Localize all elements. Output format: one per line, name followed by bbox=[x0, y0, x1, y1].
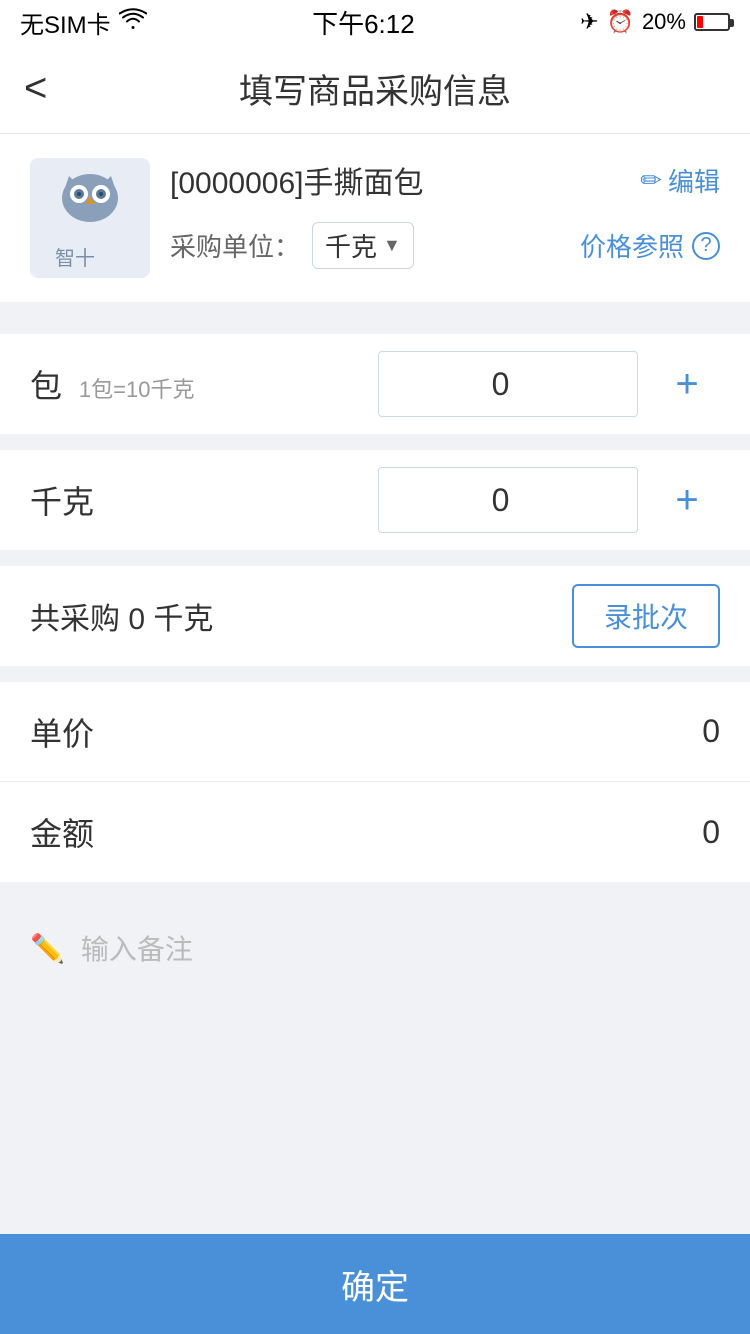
price-section: 单价 0 金额 0 bbox=[0, 682, 750, 882]
purchase-unit-row: 采购单位： 千克 ▼ 价格参照 ? bbox=[170, 222, 720, 269]
chevron-down-icon: ▼ bbox=[383, 235, 401, 256]
status-bar: 无SIM卡 下午6:12 ✈ ⏰ 20% bbox=[0, 0, 750, 44]
unit-price-label: 单价 bbox=[30, 709, 94, 755]
kg-form-section: 千克 + bbox=[0, 450, 750, 550]
amount-value: 0 bbox=[702, 814, 720, 851]
battery-icon bbox=[694, 13, 730, 31]
divider-1 bbox=[0, 318, 750, 334]
divider-3 bbox=[0, 550, 750, 566]
unit-select[interactable]: 千克 ▼ bbox=[312, 222, 414, 269]
location-icon: ✈ bbox=[580, 9, 598, 35]
unit-price-value: 0 bbox=[702, 713, 720, 750]
bag-input-wrapper: + bbox=[194, 351, 720, 417]
product-logo-text: 智十 bbox=[55, 242, 125, 271]
bag-label: 包 1包=10千克 bbox=[30, 361, 194, 407]
summary-row: 共采购 0 千克 录批次 bbox=[0, 566, 750, 666]
unit-price-row: 单价 0 bbox=[0, 682, 750, 782]
confirm-button[interactable]: 确定 bbox=[0, 1234, 750, 1334]
notes-section[interactable]: ✏️ 输入备注 bbox=[0, 898, 750, 998]
kg-input-wrapper: + bbox=[110, 467, 720, 533]
carrier-text: 无SIM卡 bbox=[20, 5, 111, 40]
unit-value: 千克 bbox=[325, 227, 377, 264]
help-icon: ? bbox=[692, 232, 720, 260]
divider-2 bbox=[0, 434, 750, 450]
nav-bar: < 填写商品采购信息 bbox=[0, 44, 750, 134]
bag-input[interactable] bbox=[378, 351, 638, 417]
kg-plus-button[interactable]: + bbox=[654, 467, 720, 533]
amount-row: 金额 0 bbox=[0, 782, 750, 882]
bag-form-row: 包 1包=10千克 + bbox=[0, 334, 750, 434]
status-bar-right: ✈ ⏰ 20% bbox=[580, 9, 730, 35]
summary-section: 共采购 0 千克 录批次 bbox=[0, 566, 750, 666]
product-name: [0000006]手撕面包 bbox=[170, 158, 423, 202]
edit-icon: ✏ bbox=[640, 165, 662, 196]
kg-form-row: 千克 + bbox=[0, 450, 750, 550]
bag-plus-button[interactable]: + bbox=[654, 351, 720, 417]
confirm-label: 确定 bbox=[341, 1260, 409, 1309]
alarm-icon: ⏰ bbox=[607, 9, 634, 35]
bag-form-section: 包 1包=10千克 + bbox=[0, 334, 750, 434]
kg-label: 千克 bbox=[30, 477, 110, 523]
price-ref-label: 价格参照 bbox=[580, 227, 684, 264]
back-button[interactable]: < bbox=[24, 66, 47, 111]
wifi-icon bbox=[119, 8, 147, 37]
divider-5 bbox=[0, 882, 750, 898]
product-logo bbox=[55, 166, 125, 238]
price-ref-button[interactable]: 价格参照 ? bbox=[580, 227, 720, 264]
summary-text: 共采购 0 千克 bbox=[30, 594, 213, 638]
amount-label: 金额 bbox=[30, 809, 94, 855]
notes-placeholder: 输入备注 bbox=[81, 928, 193, 968]
pencil-icon: ✏️ bbox=[30, 932, 65, 965]
product-name-row: [0000006]手撕面包 ✏ 编辑 bbox=[170, 158, 720, 202]
product-image: 智十 bbox=[30, 158, 150, 278]
bottom-spacer bbox=[0, 998, 750, 1098]
status-bar-left: 无SIM卡 bbox=[20, 5, 147, 40]
divider-4 bbox=[0, 666, 750, 682]
product-info: [0000006]手撕面包 ✏ 编辑 采购单位： 千克 ▼ 价格参照 ? bbox=[170, 158, 720, 269]
edit-button[interactable]: ✏ 编辑 bbox=[640, 162, 720, 199]
page-title: 填写商品采购信息 bbox=[239, 64, 511, 113]
status-bar-time: 下午6:12 bbox=[312, 4, 415, 41]
product-card: 智十 [0000006]手撕面包 ✏ 编辑 采购单位： 千克 ▼ 价格参照 ? bbox=[0, 134, 750, 302]
bag-sub-label: 1包=10千克 bbox=[79, 377, 195, 402]
kg-input[interactable] bbox=[378, 467, 638, 533]
purchase-unit-label: 采购单位： bbox=[170, 227, 300, 264]
batch-button[interactable]: 录批次 bbox=[572, 584, 720, 648]
battery-percent: 20% bbox=[642, 9, 686, 35]
